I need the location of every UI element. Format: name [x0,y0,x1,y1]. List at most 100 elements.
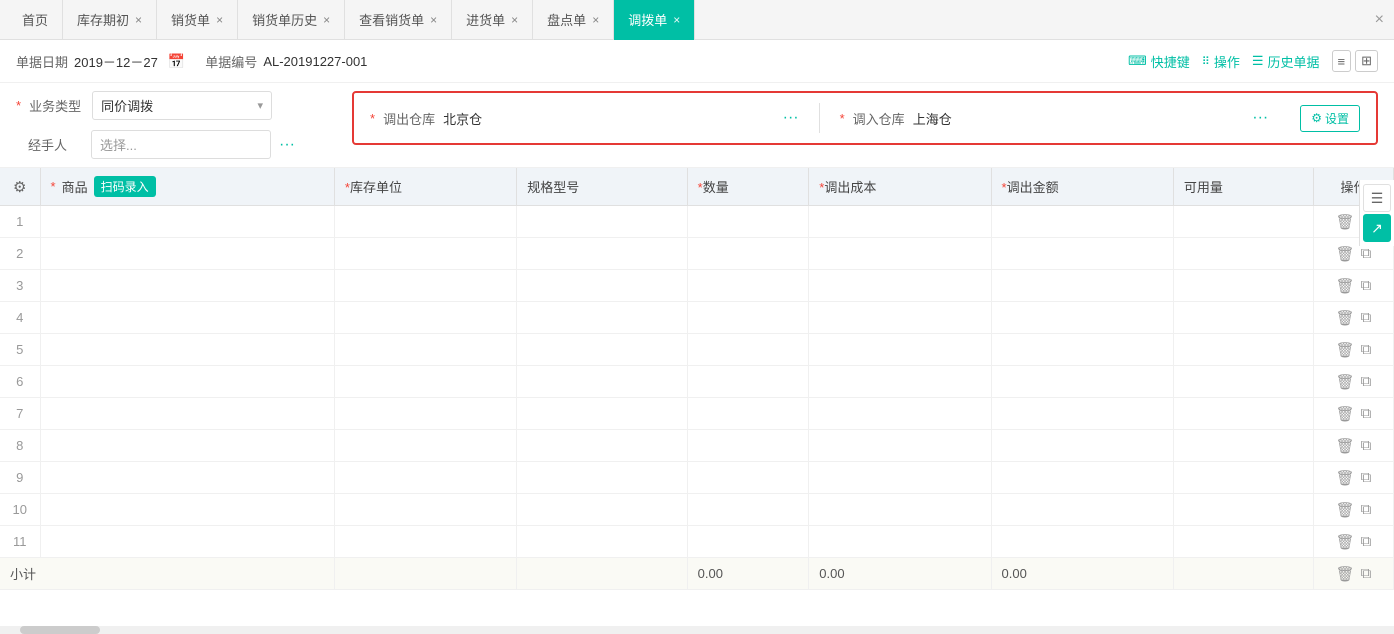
copy-row-button[interactable]: ⧉ [1361,501,1372,519]
tab-stocktake[interactable]: 盘点单 × [533,0,614,40]
tab-purchase[interactable]: 进货单 × [452,0,533,40]
cell-amount[interactable] [991,238,1173,270]
copy-row-button[interactable]: ⧉ [1361,277,1372,295]
cell-spec[interactable] [517,270,687,302]
cell-amount[interactable] [991,462,1173,494]
cell-available[interactable] [1173,366,1313,398]
copy-row-button[interactable]: ⧉ [1361,533,1372,551]
cell-cost[interactable] [809,462,991,494]
list-view-button[interactable]: ≡ [1332,50,1352,72]
tab-home[interactable]: 首页 [8,0,63,40]
handler-input[interactable]: 选择... [91,130,271,159]
close-icon[interactable]: × [323,13,330,27]
cell-cost[interactable] [809,206,991,238]
copy-row-button[interactable]: ⧉ [1361,309,1372,327]
cell-available[interactable] [1173,430,1313,462]
cell-qty[interactable] [687,462,809,494]
delete-row-button[interactable]: 🗑 [1336,501,1355,519]
close-icon[interactable]: × [135,13,142,27]
cell-qty[interactable] [687,206,809,238]
close-icon[interactable]: × [430,13,437,27]
copy-row-button[interactable]: ⧉ [1361,405,1372,423]
out-warehouse-more-button[interactable]: ··· [783,109,799,127]
delete-row-button[interactable]: 🗑 [1336,277,1355,295]
cell-available[interactable] [1173,238,1313,270]
operate-action[interactable]: ⠿ 操作 [1202,52,1240,71]
cell-product[interactable] [40,270,334,302]
horizontal-scrollbar[interactable] [0,626,1394,634]
copy-row-button[interactable]: ⧉ [1361,341,1372,359]
cell-qty[interactable] [687,366,809,398]
cell-spec[interactable] [517,366,687,398]
cell-product[interactable] [40,430,334,462]
cell-unit[interactable] [334,302,516,334]
cell-qty[interactable] [687,270,809,302]
in-warehouse-more-button[interactable]: ··· [1252,109,1268,127]
copy-row-button[interactable]: ⧉ [1361,565,1372,583]
cell-available[interactable] [1173,206,1313,238]
close-icon[interactable]: × [511,13,518,27]
cell-available[interactable] [1173,398,1313,430]
cell-qty[interactable] [687,398,809,430]
copy-row-button[interactable]: ⧉ [1361,373,1372,391]
delete-row-button[interactable]: 🗑 [1336,341,1355,359]
cell-amount[interactable] [991,398,1173,430]
cell-available[interactable] [1173,494,1313,526]
cell-amount[interactable] [991,526,1173,558]
cell-product[interactable] [40,302,334,334]
cell-spec[interactable] [517,302,687,334]
cell-available[interactable] [1173,462,1313,494]
cell-unit[interactable] [334,430,516,462]
tab-view-sales[interactable]: 查看销货单 × [345,0,452,40]
cell-available[interactable] [1173,270,1313,302]
history-action[interactable]: ☰ 历史单据 [1252,52,1320,71]
sidebar-expand-button[interactable]: ↗ [1363,214,1391,242]
cell-available[interactable] [1173,302,1313,334]
cell-spec[interactable] [517,206,687,238]
cell-spec[interactable] [517,494,687,526]
cell-spec[interactable] [517,398,687,430]
cell-amount[interactable] [991,430,1173,462]
cell-product[interactable] [40,398,334,430]
copy-row-button[interactable]: ⧉ [1361,469,1372,487]
cell-unit[interactable] [334,494,516,526]
cell-product[interactable] [40,238,334,270]
handler-more-button[interactable]: ··· [279,136,295,154]
cell-cost[interactable] [809,494,991,526]
sidebar-list-button[interactable]: ☰ [1363,184,1391,212]
cell-qty[interactable] [687,302,809,334]
scan-input-button[interactable]: 扫码录入 [94,176,156,197]
delete-row-button[interactable]: 🗑 [1336,405,1355,423]
cell-cost[interactable] [809,526,991,558]
delete-row-button[interactable]: 🗑 [1336,373,1355,391]
cell-unit[interactable] [334,270,516,302]
tab-inventory-init[interactable]: 库存期初 × [63,0,157,40]
delete-row-button[interactable]: 🗑 [1336,469,1355,487]
cell-cost[interactable] [809,334,991,366]
cell-cost[interactable] [809,366,991,398]
cell-cost[interactable] [809,302,991,334]
tab-transfer[interactable]: 调拨单 × [614,0,695,40]
cell-qty[interactable] [687,430,809,462]
cell-product[interactable] [40,462,334,494]
cell-spec[interactable] [517,430,687,462]
cell-unit[interactable] [334,526,516,558]
cell-amount[interactable] [991,302,1173,334]
delete-row-button[interactable]: 🗑 [1336,309,1355,327]
cell-available[interactable] [1173,526,1313,558]
shortcut-action[interactable]: ⌨ 快捷键 [1128,52,1190,71]
grid-view-button[interactable]: ⊞ [1355,50,1378,72]
cell-qty[interactable] [687,526,809,558]
cell-amount[interactable] [991,494,1173,526]
cell-cost[interactable] [809,430,991,462]
cell-unit[interactable] [334,398,516,430]
cell-cost[interactable] [809,270,991,302]
cell-qty[interactable] [687,238,809,270]
cell-spec[interactable] [517,334,687,366]
cell-spec[interactable] [517,526,687,558]
cell-spec[interactable] [517,462,687,494]
delete-row-button[interactable]: 🗑 [1336,437,1355,455]
copy-row-button[interactable]: ⧉ [1361,437,1372,455]
calendar-icon[interactable]: 📅 [168,53,185,70]
cell-amount[interactable] [991,334,1173,366]
